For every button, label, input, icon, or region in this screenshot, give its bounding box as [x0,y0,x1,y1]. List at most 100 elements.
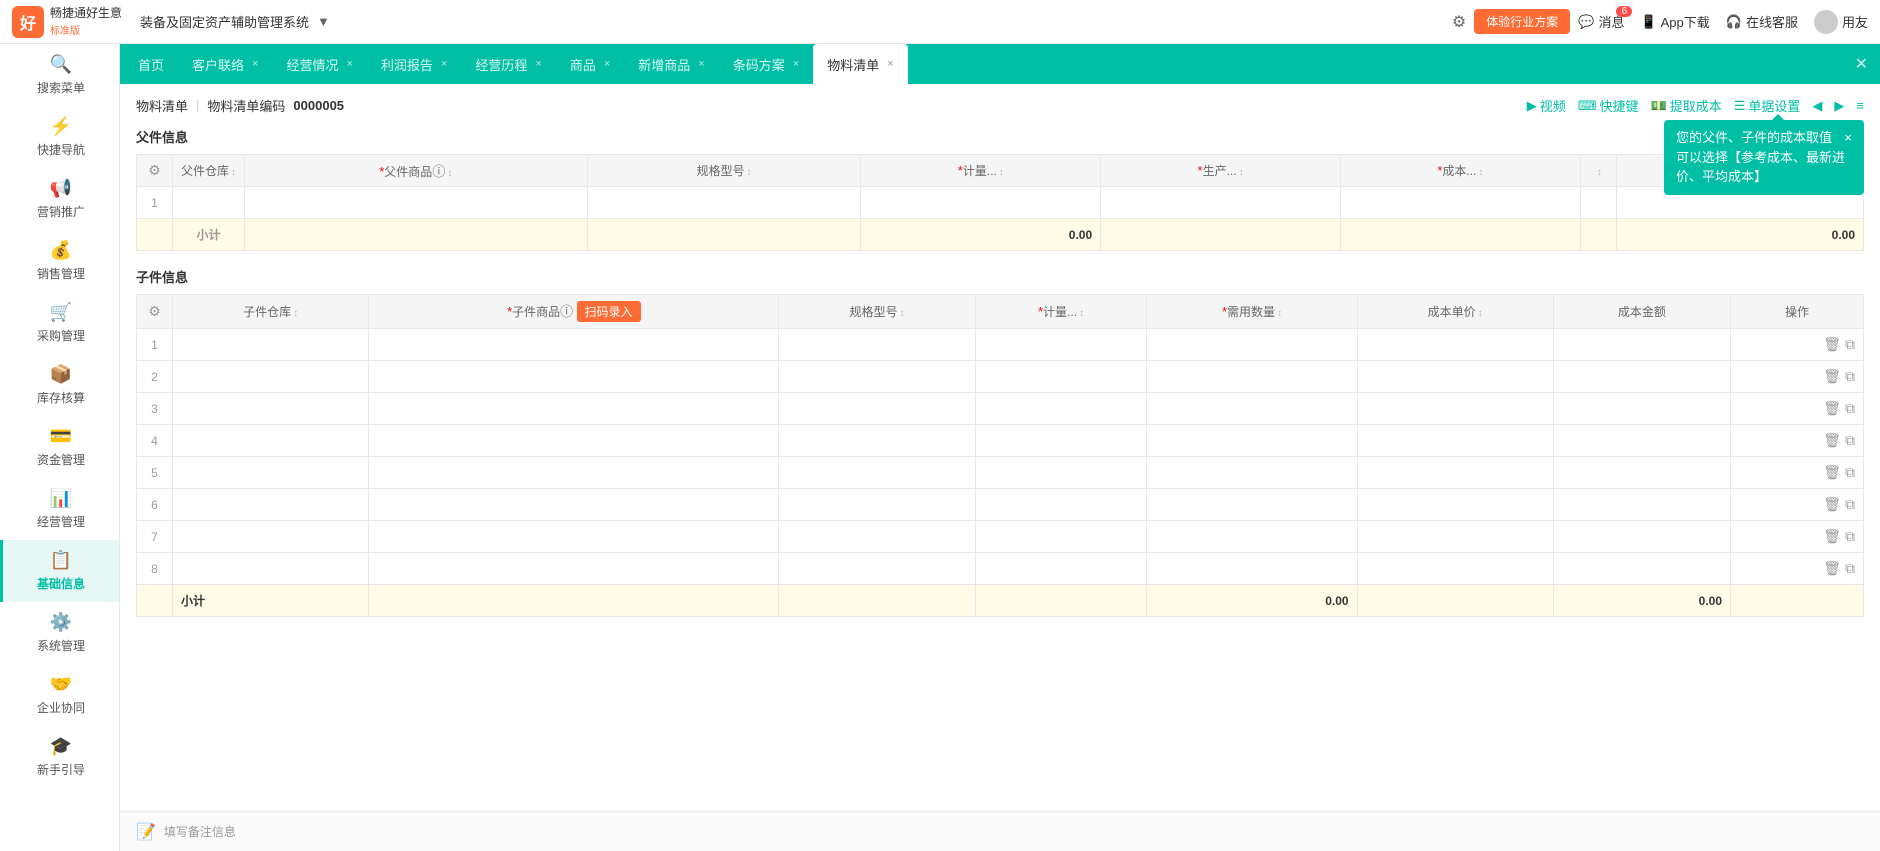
child-row-8-qty-needed[interactable] [1147,553,1357,585]
child-row-4-unit-cost[interactable] [1357,425,1553,457]
child-row-7-qty-needed[interactable] [1147,521,1357,553]
child-row-7-qty-unit[interactable] [975,521,1147,553]
tooltip-close-button[interactable]: × [1844,128,1852,148]
child-row-1-qty-needed[interactable] [1147,329,1357,361]
tab-history-close[interactable]: × [535,58,541,70]
sidebar-item-purchase[interactable]: 🛒 采购管理 [0,292,119,354]
sidebar-item-system[interactable]: ⚙️ 系统管理 [0,602,119,664]
close-all-tabs-button[interactable]: ✕ [1847,54,1876,74]
child-row-7-product[interactable] [369,521,779,553]
tab-profit[interactable]: 利润报告 × [367,44,461,84]
sidebar-item-marketing[interactable]: 📢 营销推广 [0,168,119,230]
child-row-6-warehouse[interactable] [173,489,369,521]
tab-home[interactable]: 首页 [124,44,178,84]
note-placeholder[interactable]: 填写备注信息 [164,823,236,840]
child-col-settings-icon[interactable]: ⚙ [148,303,161,319]
tab-bom-close[interactable]: × [887,58,893,70]
sort-product-icon[interactable]: ↕ [447,168,452,179]
list-view-button[interactable]: ≡ [1856,98,1864,113]
sidebar-item-sales[interactable]: 💰 销售管理 [0,230,119,292]
child-row-2-product[interactable] [369,361,779,393]
child-row-7-spec[interactable] [779,521,975,553]
delete-icon-8[interactable]: 🗑 [1823,560,1841,577]
child-row-1-qty-unit[interactable] [975,329,1147,361]
settings-icon[interactable]: ⚙ [1452,12,1466,32]
child-row-5-qty-needed[interactable] [1147,457,1357,489]
child-row-8-warehouse[interactable] [173,553,369,585]
sort-spec-icon[interactable]: ↕ [746,167,751,178]
child-row-3-product[interactable] [369,393,779,425]
child-row-3-warehouse[interactable] [173,393,369,425]
child-row-3-qty-needed[interactable] [1147,393,1357,425]
child-row-2-qty-unit[interactable] [975,361,1147,393]
child-row-6-product[interactable] [369,489,779,521]
online-service-button[interactable]: 🎧 在线客服 [1726,12,1798,31]
child-row-3-unit-cost[interactable] [1357,393,1553,425]
scan-button[interactable]: 扫码录入 [577,301,641,322]
sort-prod-icon[interactable]: ↕ [1239,167,1244,178]
col-settings-icon[interactable]: ⚙ [148,162,161,178]
child-row-8-unit-cost[interactable] [1357,553,1553,585]
parent-row-1-spec[interactable] [587,187,861,219]
child-row-7-warehouse[interactable] [173,521,369,553]
app-download-button[interactable]: 📱 App下载 [1640,12,1709,31]
parent-row-1-product[interactable] [245,187,588,219]
tab-product-close[interactable]: × [604,58,610,70]
child-row-4-warehouse[interactable] [173,425,369,457]
child-row-4-product[interactable] [369,425,779,457]
child-row-5-product[interactable] [369,457,779,489]
sort-warehouse-icon[interactable]: ↕ [231,167,236,178]
child-sort-unit-cost[interactable]: ↕ [1478,308,1483,319]
sort-cost-icon[interactable]: ↕ [1478,167,1483,178]
child-row-1-unit-cost[interactable] [1357,329,1553,361]
delete-icon-5[interactable]: 🗑 [1823,464,1841,481]
child-row-5-spec[interactable] [779,457,975,489]
child-row-2-qty-needed[interactable] [1147,361,1357,393]
parent-col-settings[interactable]: ⚙ [137,155,173,187]
child-row-7-unit-cost[interactable] [1357,521,1553,553]
system-dropdown-icon[interactable]: ▼ [317,14,330,29]
copy-icon-7[interactable]: ⧉ [1845,528,1855,545]
tab-product[interactable]: 商品 × [556,44,624,84]
copy-icon-1[interactable]: ⧉ [1845,336,1855,353]
child-sort-warehouse[interactable]: ↕ [293,308,298,319]
sidebar-item-operations[interactable]: 📊 经营管理 [0,478,119,540]
nav-next-button[interactable]: ▶ [1834,98,1844,114]
child-row-8-spec[interactable] [779,553,975,585]
child-row-6-qty-needed[interactable] [1147,489,1357,521]
tab-new-product-close[interactable]: × [698,58,704,70]
copy-icon-4[interactable]: ⧉ [1845,432,1855,449]
single-settings-button[interactable]: ☰ 单据设置 [1734,96,1801,115]
child-row-8-qty-unit[interactable] [975,553,1147,585]
delete-icon-2[interactable]: 🗑 [1823,368,1841,385]
child-row-5-warehouse[interactable] [173,457,369,489]
tab-business[interactable]: 经营情况 × [272,44,366,84]
tab-history[interactable]: 经营历程 × [461,44,555,84]
child-row-6-spec[interactable] [779,489,975,521]
child-row-8-product[interactable] [369,553,779,585]
child-row-2-warehouse[interactable] [173,361,369,393]
tab-customer[interactable]: 客户联络 × [178,44,272,84]
delete-icon-4[interactable]: 🗑 [1823,432,1841,449]
message-button[interactable]: 💬 消息 6 [1578,12,1624,31]
child-col-settings[interactable]: ⚙ [137,295,173,329]
child-row-2-unit-cost[interactable] [1357,361,1553,393]
tab-profit-close[interactable]: × [441,58,447,70]
sidebar-item-finance[interactable]: 💳 资金管理 [0,416,119,478]
child-row-6-unit-cost[interactable] [1357,489,1553,521]
tab-barcode-close[interactable]: × [793,58,799,70]
tab-barcode[interactable]: 条码方案 × [719,44,813,84]
copy-icon-8[interactable]: ⧉ [1845,560,1855,577]
sidebar-item-basic[interactable]: 📋 基础信息 [0,540,119,602]
tab-business-close[interactable]: × [346,58,352,70]
child-sort-qty[interactable]: ↕ [1079,308,1084,319]
child-row-5-qty-unit[interactable] [975,457,1147,489]
copy-icon-5[interactable]: ⧉ [1845,464,1855,481]
sidebar-item-guide[interactable]: 🎓 新手引导 [0,726,119,788]
tab-new-product[interactable]: 新增商品 × [624,44,718,84]
copy-icon-2[interactable]: ⧉ [1845,368,1855,385]
child-sort-spec[interactable]: ↕ [899,308,904,319]
copy-icon-3[interactable]: ⧉ [1845,400,1855,417]
sidebar-item-enterprise[interactable]: 🤝 企业协同 [0,664,119,726]
video-button[interactable]: ▶ 视频 [1527,96,1566,115]
